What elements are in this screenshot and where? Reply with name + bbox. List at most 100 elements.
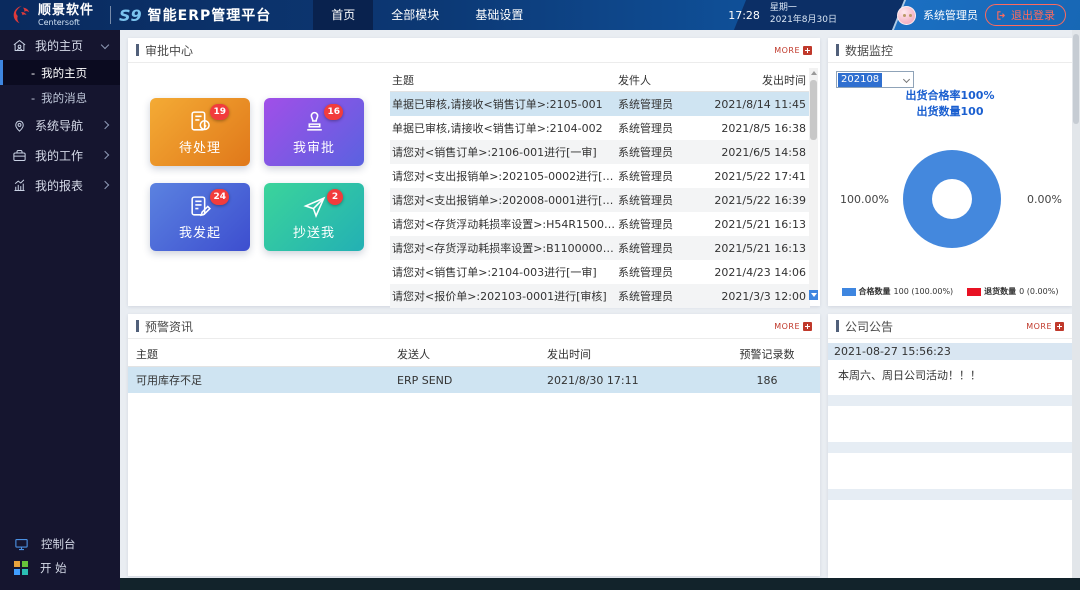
- cell-time: 2021/3/3 12:00: [706, 290, 810, 303]
- brand-logo[interactable]: 顺景软件 Centersoft: [0, 4, 102, 27]
- data-monitor-panel: 数据监控 202108 出货合格率100% 出货数量100 100.00% 0.…: [828, 38, 1072, 306]
- tile-cc-to-me[interactable]: 2 抄送我: [264, 183, 364, 251]
- sidebar: 我的主页 - 我的主页 - 我的消息 系统导航 我的工作 我的报表: [0, 30, 120, 590]
- cell-sender: 系统管理员: [618, 264, 706, 280]
- console-label: 控制台: [41, 536, 76, 552]
- tile-my-approvals[interactable]: 16 我审批: [264, 98, 364, 166]
- tile-label: 我发起: [179, 222, 221, 241]
- cell-sender: 系统管理员: [618, 240, 706, 256]
- start-button[interactable]: 开 始: [0, 556, 120, 580]
- table-row[interactable]: 单据已审核,请接收<销售订单>:2104-002 系统管理员 2021/8/5 …: [390, 116, 810, 140]
- table-row[interactable]: 请您对<报价单>:202103-0001进行[审核] 系统管理员 2021/3/…: [390, 284, 810, 308]
- sidebar-sublabel: 我的消息: [41, 90, 87, 106]
- more-label: MORE: [774, 46, 800, 55]
- table-row[interactable]: 请您对<销售订单>:2106-001进行[一审] 系统管理员 2021/6/5 …: [390, 140, 810, 164]
- tile-initiated-by-me[interactable]: 24 我发起: [150, 183, 250, 251]
- more-link[interactable]: MORE: [1026, 322, 1064, 331]
- announcement-date[interactable]: 2021-08-27 15:56:23: [828, 343, 1072, 360]
- avatar[interactable]: [897, 6, 916, 25]
- sidebar-bottom: 控制台 开 始: [0, 532, 120, 580]
- legend-swatch-blue: [842, 288, 856, 296]
- sidebar-subitem-my-messages[interactable]: - 我的消息: [0, 85, 120, 110]
- scroll-thumb[interactable]: [810, 80, 817, 140]
- chevron-right-icon: [101, 151, 109, 159]
- cell-subject: 单据已审核,请接收<销售订单>:2105-001: [390, 96, 618, 112]
- sidebar-item-system-nav[interactable]: 系统导航: [0, 110, 120, 140]
- logo-subtitle: Centersoft: [38, 19, 94, 27]
- table-row[interactable]: 请您对<销售订单>:2104-003进行[一审] 系统管理员 2021/4/23…: [390, 260, 810, 284]
- page-scrollbar[interactable]: [1072, 30, 1080, 578]
- col-subject: 主题: [136, 346, 397, 362]
- console-button[interactable]: 控制台: [0, 532, 120, 556]
- more-icon: [1055, 322, 1064, 331]
- legend-pass: 合格数量 100 (100.00%): [842, 286, 954, 297]
- clock-time: 17:28: [728, 9, 760, 22]
- cell-subject: 请您对<销售订单>:2104-003进行[一审]: [390, 264, 618, 280]
- cell-time: 2021/8/5 16:38: [706, 122, 810, 135]
- topbar: 顺景软件 Centersoft S9 智能ERP管理平台 首页 全部模块 基础设…: [0, 0, 1080, 30]
- top-nav: 首页 全部模块 基础设置: [313, 0, 541, 30]
- col-sender: 发送人: [397, 346, 547, 362]
- approvals-badge: 16: [324, 104, 343, 120]
- stat-ship-qty: 出货数量100: [828, 104, 1072, 120]
- nav-basic-settings[interactable]: 基础设置: [457, 0, 541, 30]
- initiated-badge: 24: [210, 189, 229, 205]
- clock-date: 2021年8月30日: [770, 15, 837, 27]
- table-row[interactable]: 请您对<支出报销单>:202105-0002进行[审核] 系统管理员 2021/…: [390, 164, 810, 188]
- logout-button[interactable]: 退出登录: [985, 4, 1066, 26]
- period-select[interactable]: 202108: [836, 71, 914, 88]
- page-scroll-thumb[interactable]: [1073, 34, 1079, 124]
- logout-icon: [996, 10, 1007, 21]
- announcements-panel: 公司公告 MORE 2021-08-27 15:56:23 本周六、周日公司活动…: [828, 314, 1072, 576]
- table-row[interactable]: 单据已审核,请接收<销售订单>:2105-001 系统管理员 2021/8/14…: [390, 92, 810, 116]
- more-link[interactable]: MORE: [774, 46, 812, 55]
- table-row[interactable]: 请您对<支出报销单>:202008-0001进行[审核] 系统管理员 2021/…: [390, 188, 810, 212]
- approval-center-panel: 审批中心 MORE 19 待处理 16 我审批 24 我发起: [128, 38, 820, 306]
- panel-accent: [136, 320, 139, 332]
- username: 系统管理员: [923, 7, 978, 23]
- bar-chart-icon: [12, 178, 27, 193]
- scroll-up-icon[interactable]: [809, 68, 818, 78]
- more-icon: [803, 46, 812, 55]
- panel-accent: [136, 44, 139, 56]
- sidebar-item-my-home[interactable]: 我的主页: [0, 30, 120, 60]
- announcement-text: 本周六、周日公司活动！！！: [828, 360, 1072, 395]
- approval-table: 主题 发件人 发出时间 单据已审核,请接收<销售订单>:2105-001 系统管…: [390, 68, 810, 308]
- cell-subject: 请您对<报价单>:202103-0001进行[审核]: [390, 288, 618, 304]
- scroll-down-icon[interactable]: [809, 290, 818, 300]
- sidebar-item-my-work[interactable]: 我的工作: [0, 140, 120, 170]
- table-row[interactable]: 请您对<存货浮动耗损率设置>:H54R15006002进行[审核] 系统管理员 …: [390, 212, 810, 236]
- stamp-icon: [302, 109, 327, 134]
- cell-sender: 系统管理员: [618, 96, 706, 112]
- cell-time: 2021/5/21 16:13: [706, 242, 810, 255]
- sidebar-item-my-reports[interactable]: 我的报表: [0, 170, 120, 200]
- alert-row[interactable]: 可用库存不足 ERP SEND 2021/8/30 17:11 186: [128, 367, 820, 393]
- panel-title: 公司公告: [845, 318, 893, 335]
- nav-all-modules[interactable]: 全部模块: [373, 0, 457, 30]
- alerts-table-header: 主题 发送人 发出时间 预警记录数: [128, 342, 820, 367]
- cc-badge: 2: [327, 189, 343, 205]
- col-count: 预警记录数: [722, 346, 812, 362]
- table-scrollbar[interactable]: [809, 68, 818, 300]
- tile-pending[interactable]: 19 待处理: [150, 98, 250, 166]
- cell-sender: 系统管理员: [618, 168, 706, 184]
- cell-sender: 系统管理员: [618, 144, 706, 160]
- cell-subject: 请您对<存货浮动耗损率设置>:H54R15006002进行[审核]: [390, 216, 618, 232]
- tile-label: 我审批: [293, 137, 335, 156]
- sidebar-label: 我的工作: [35, 147, 94, 164]
- nav-home[interactable]: 首页: [313, 0, 373, 30]
- more-link[interactable]: MORE: [774, 322, 812, 331]
- cell-count: 186: [722, 374, 812, 387]
- legend-label: 退货数量: [984, 286, 1016, 297]
- clock-block: 17:28 星期一 2021年8月30日: [728, 3, 837, 26]
- approval-table-header: 主题 发件人 发出时间: [390, 68, 810, 92]
- table-row[interactable]: 请您对<存货浮动耗损率设置>:B11000001进行[审核] 系统管理员 202…: [390, 236, 810, 260]
- more-label: MORE: [774, 322, 800, 331]
- sidebar-subitem-my-home[interactable]: - 我的主页: [0, 60, 120, 85]
- empty-announcement-strip: [828, 489, 1072, 500]
- home-icon: [12, 38, 27, 53]
- cell-time: 2021/8/14 11:45: [706, 98, 810, 111]
- legend-value: 100 (100.00%): [894, 287, 954, 296]
- cell-time: 2021/8/30 17:11: [547, 374, 722, 387]
- cell-time: 2021/4/23 14:06: [706, 266, 810, 279]
